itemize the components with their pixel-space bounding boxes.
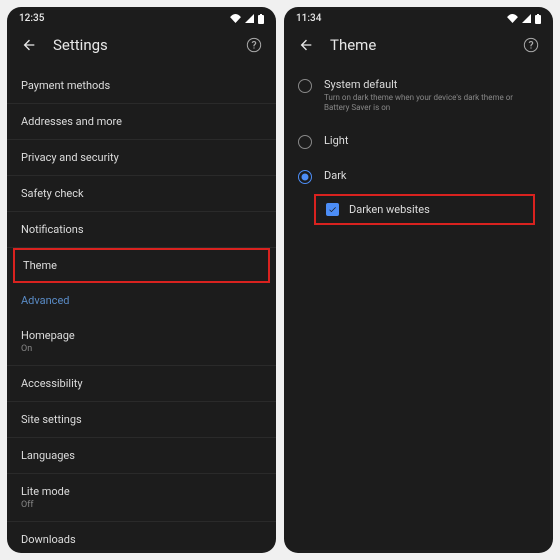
header: Theme	[284, 26, 553, 68]
highlight-darken: Darken websites	[314, 194, 535, 225]
list-item[interactable]: Lite modeOff	[7, 474, 276, 522]
list-item[interactable]: Accessibility	[7, 366, 276, 402]
list-item[interactable]: Safety check	[7, 176, 276, 212]
option-dark[interactable]: Dark	[284, 159, 553, 194]
highlight-theme: Theme	[13, 248, 270, 283]
radio-icon	[298, 170, 312, 184]
page-title: Settings	[53, 36, 230, 54]
signal-icon	[522, 14, 531, 23]
battery-icon	[258, 14, 264, 24]
list-item[interactable]: Downloads	[7, 522, 276, 553]
phone-left: 12:35 Settings Payment methods Addresses…	[7, 7, 276, 553]
checkbox-icon	[326, 203, 339, 216]
list-item[interactable]: Addresses and more	[7, 104, 276, 140]
wifi-icon	[230, 14, 241, 23]
page-title: Theme	[330, 36, 507, 54]
settings-list: Payment methods Addresses and more Priva…	[7, 68, 276, 553]
option-light[interactable]: Light	[284, 124, 553, 159]
status-time: 11:34	[296, 13, 321, 24]
list-item[interactable]: Site settings	[7, 402, 276, 438]
advanced-header[interactable]: Advanced	[7, 283, 276, 318]
list-item[interactable]: HomepageOn	[7, 318, 276, 366]
status-icons	[507, 14, 541, 24]
phone-right: 11:34 Theme System default Turn on dark …	[284, 7, 553, 553]
radio-icon	[298, 79, 312, 93]
status-bar: 12:35	[7, 7, 276, 26]
list-item[interactable]: Languages	[7, 438, 276, 474]
status-bar: 11:34	[284, 7, 553, 26]
wifi-icon	[507, 14, 518, 23]
back-icon[interactable]	[298, 37, 314, 53]
radio-icon	[298, 135, 312, 149]
back-icon[interactable]	[21, 37, 37, 53]
checkbox-darken-websites[interactable]: Darken websites	[316, 196, 533, 223]
option-system-default[interactable]: System default Turn on dark theme when y…	[284, 68, 553, 124]
battery-icon	[535, 14, 541, 24]
list-item-theme[interactable]: Theme	[15, 250, 268, 281]
list-item[interactable]: Privacy and security	[7, 140, 276, 176]
header: Settings	[7, 26, 276, 68]
status-icons	[230, 14, 264, 24]
list-item[interactable]: Payment methods	[7, 68, 276, 104]
help-icon[interactable]	[523, 37, 539, 53]
status-time: 12:35	[19, 13, 44, 24]
help-icon[interactable]	[246, 37, 262, 53]
list-item[interactable]: Notifications	[7, 212, 276, 248]
theme-options: System default Turn on dark theme when y…	[284, 68, 553, 225]
signal-icon	[245, 14, 254, 23]
